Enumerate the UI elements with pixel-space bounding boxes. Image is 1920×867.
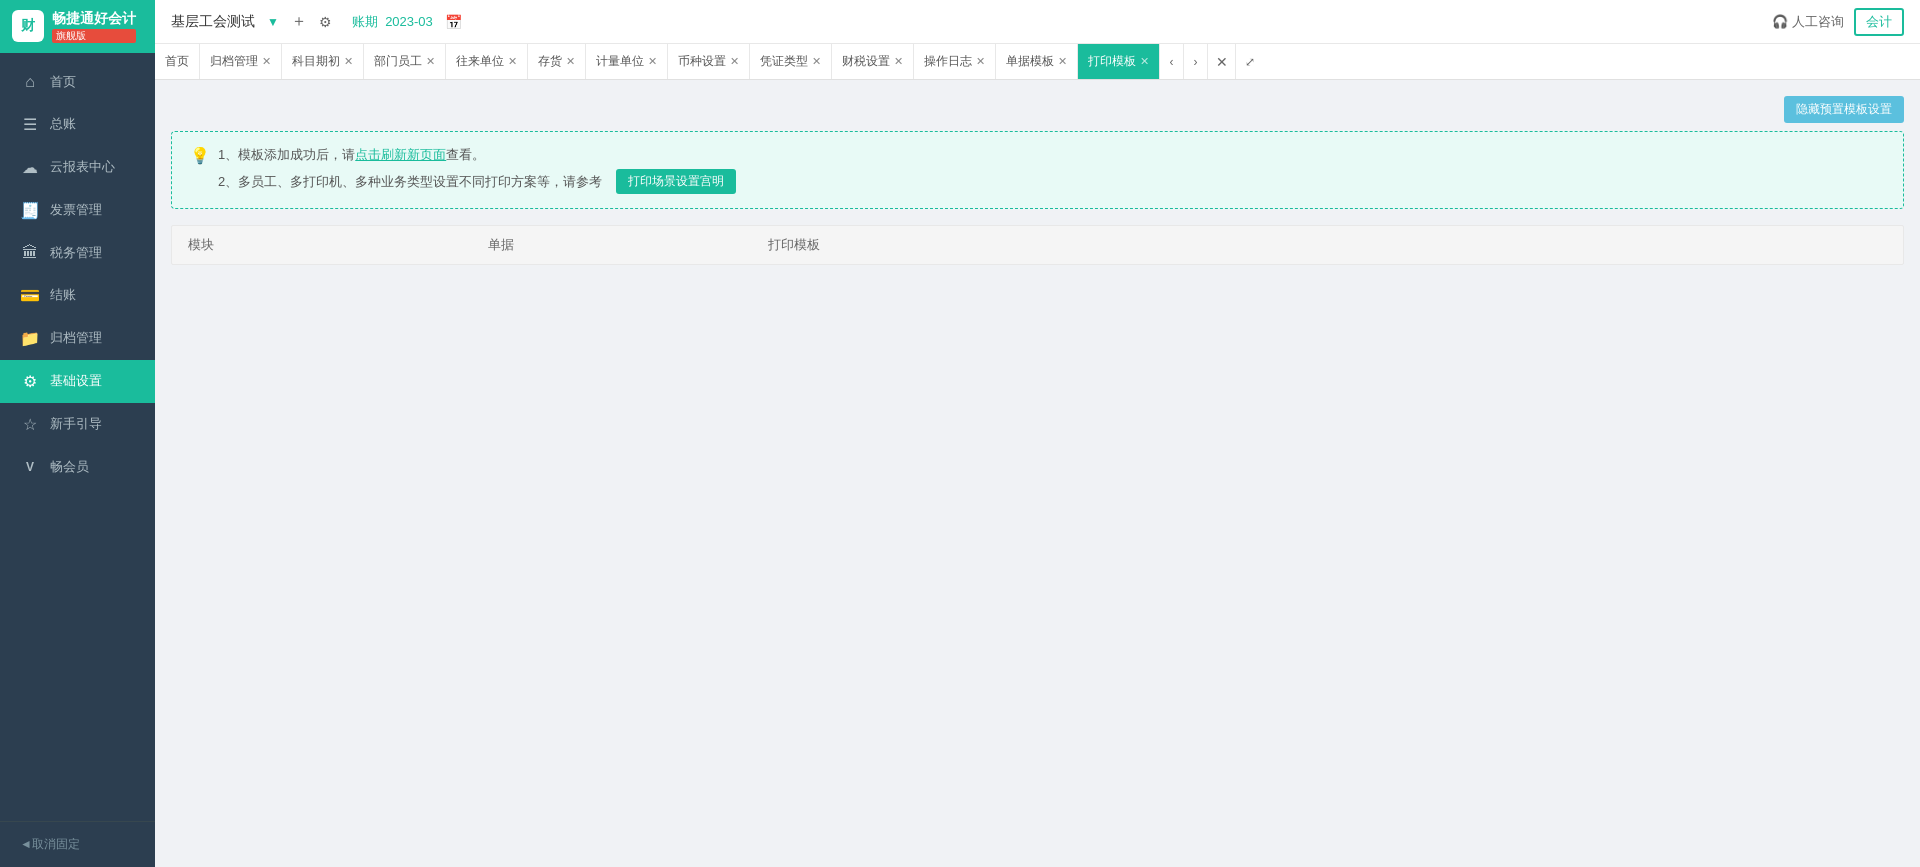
period-label: 账期 2023-03 [352,13,433,31]
tab-inventory[interactable]: 存货 ✕ [528,44,586,79]
sidebar-item-reports[interactable]: ☁ 云报表中心 [0,146,155,189]
tab-home[interactable]: 首页 [155,44,200,79]
sidebar-item-basic[interactable]: ⚙ 基础设置 [0,360,155,403]
topbar-right: 🎧 人工咨询 会计 [1772,8,1904,36]
tab-close-icon[interactable]: ✕ [894,55,903,68]
tab-close-icon[interactable]: ✕ [976,55,985,68]
tab-close-icon[interactable]: ✕ [566,55,575,68]
print-scene-button[interactable]: 打印场景设置宫明 [616,169,736,194]
notice-line-2: 💡 2、多员工、多打印机、多种业务类型设置不同打印方案等，请参考 打印场景设置宫… [190,169,1885,194]
sidebar: 财 畅捷通好会计 旗舰版 ⌂ 首页 ☰ 总账 ☁ 云报表中心 🧾 发票管理 🏛 … [0,0,155,867]
calendar-icon[interactable]: 📅 [445,14,462,30]
reports-icon: ☁ [20,158,40,177]
archive-icon: 📁 [20,329,40,348]
expand-button[interactable]: ⤢ [1236,44,1264,79]
sidebar-item-label: 归档管理 [50,329,102,347]
settings-icon[interactable]: ⚙ [319,14,332,30]
sidebar-item-label: 新手引导 [50,415,102,433]
basic-icon: ⚙ [20,372,40,391]
logo-icon: 财 [12,10,44,42]
sidebar-logo: 财 畅捷通好会计 旗舰版 [0,0,155,53]
sidebar-item-label: 畅会员 [50,458,89,476]
tab-close-icon[interactable]: ✕ [730,55,739,68]
tabbar: 首页 归档管理 ✕ 科目期初 ✕ 部门员工 ✕ 往来单位 ✕ 存货 ✕ 计量单位… [155,44,1920,80]
home-icon: ⌂ [20,73,40,91]
refresh-link[interactable]: 点击刷新新页面 [355,147,446,162]
sidebar-item-invoice[interactable]: 🧾 发票管理 [0,189,155,232]
sidebar-item-tax[interactable]: 🏛 税务管理 [0,232,155,274]
col-print-template: 打印模板 [752,236,1903,254]
ledger-icon: ☰ [20,115,40,134]
bulb-icon: 💡 [190,146,210,165]
company-dropdown[interactable]: ▼ [267,15,279,29]
main-area: 基层工会测试 ▼ ＋ ⚙ 账期 2023-03 📅 🎧 人工咨询 会计 首页 归… [155,0,1920,867]
tab-print-template[interactable]: 打印模板 ✕ [1078,44,1160,79]
company-name: 基层工会测试 [171,13,255,31]
tab-prev-button[interactable]: ‹ [1160,44,1184,79]
help-button[interactable]: 🎧 人工咨询 [1772,13,1844,31]
invoice-icon: 🧾 [20,201,40,220]
tab-close-icon[interactable]: ✕ [262,55,271,68]
logo-text: 畅捷通好会计 旗舰版 [52,10,136,43]
tab-close-icon[interactable]: ✕ [648,55,657,68]
tab-voucher-type[interactable]: 凭证类型 ✕ [750,44,832,79]
tab-close-icon[interactable]: ✕ [508,55,517,68]
tab-next-button[interactable]: › [1184,44,1208,79]
tab-close-icon[interactable]: ✕ [426,55,435,68]
tab-close-icon[interactable]: ✕ [812,55,821,68]
tab-tax-setting[interactable]: 财税设置 ✕ [832,44,914,79]
app-badge: 旗舰版 [52,29,136,43]
tab-unit[interactable]: 计量单位 ✕ [586,44,668,79]
tab-counterpart[interactable]: 往来单位 ✕ [446,44,528,79]
tab-close-icon[interactable]: ✕ [344,55,353,68]
tab-department[interactable]: 部门员工 ✕ [364,44,446,79]
member-icon: V [20,460,40,474]
notice-line-1: 💡 1、模板添加成功后，请点击刷新新页面查看。 [190,146,1885,165]
table-header: 模块 单据 打印模板 [171,225,1904,265]
sidebar-item-ledger[interactable]: ☰ 总账 [0,103,155,146]
tab-subject[interactable]: 科目期初 ✕ [282,44,364,79]
sidebar-item-label: 税务管理 [50,244,102,262]
sidebar-item-closing[interactable]: 💳 结账 [0,274,155,317]
sidebar-item-label: 云报表中心 [50,158,115,176]
closing-icon: 💳 [20,286,40,305]
sidebar-item-label: 发票管理 [50,201,102,219]
topbar: 基层工会测试 ▼ ＋ ⚙ 账期 2023-03 📅 🎧 人工咨询 会计 [155,0,1920,44]
sidebar-item-guide[interactable]: ☆ 新手引导 [0,403,155,446]
sidebar-item-member[interactable]: V 畅会员 [0,446,155,488]
kuaiji-button[interactable]: 会计 [1854,8,1904,36]
notice-box: 💡 1、模板添加成功后，请点击刷新新页面查看。 💡 2、多员工、多打印机、多种业… [171,131,1904,209]
content-area: 隐藏预置模板设置 💡 1、模板添加成功后，请点击刷新新页面查看。 💡 2、多员工… [155,80,1920,867]
sidebar-item-home[interactable]: ⌂ 首页 [0,61,155,103]
tab-close-icon[interactable]: ✕ [1140,55,1149,68]
guide-icon: ☆ [20,415,40,434]
hide-template-button[interactable]: 隐藏预置模板设置 [1784,96,1904,123]
sidebar-item-label: 结账 [50,286,76,304]
tax-icon: 🏛 [20,244,40,262]
tab-archive[interactable]: 归档管理 ✕ [200,44,282,79]
tab-voucher-template[interactable]: 单据模板 ✕ [996,44,1078,79]
sidebar-item-label: 首页 [50,73,76,91]
col-voucher: 单据 [472,236,752,254]
col-module: 模块 [172,236,472,254]
tab-log[interactable]: 操作日志 ✕ [914,44,996,79]
tab-close-icon[interactable]: ✕ [1058,55,1067,68]
sidebar-item-label: 基础设置 [50,372,102,390]
tab-currency[interactable]: 币种设置 ✕ [668,44,750,79]
period-value: 2023-03 [385,14,433,29]
add-tab-button[interactable]: ＋ [291,11,307,32]
sidebar-item-archive[interactable]: 📁 归档管理 [0,317,155,360]
app-name: 畅捷通好会计 [52,10,136,27]
headset-icon: 🎧 [1772,14,1788,29]
close-all-tabs-button[interactable]: ✕ [1208,44,1236,79]
sidebar-nav: ⌂ 首页 ☰ 总账 ☁ 云报表中心 🧾 发票管理 🏛 税务管理 💳 结账 📁 归… [0,53,155,821]
sidebar-unpin[interactable]: ◄取消固定 [0,821,155,867]
sidebar-item-label: 总账 [50,115,76,133]
